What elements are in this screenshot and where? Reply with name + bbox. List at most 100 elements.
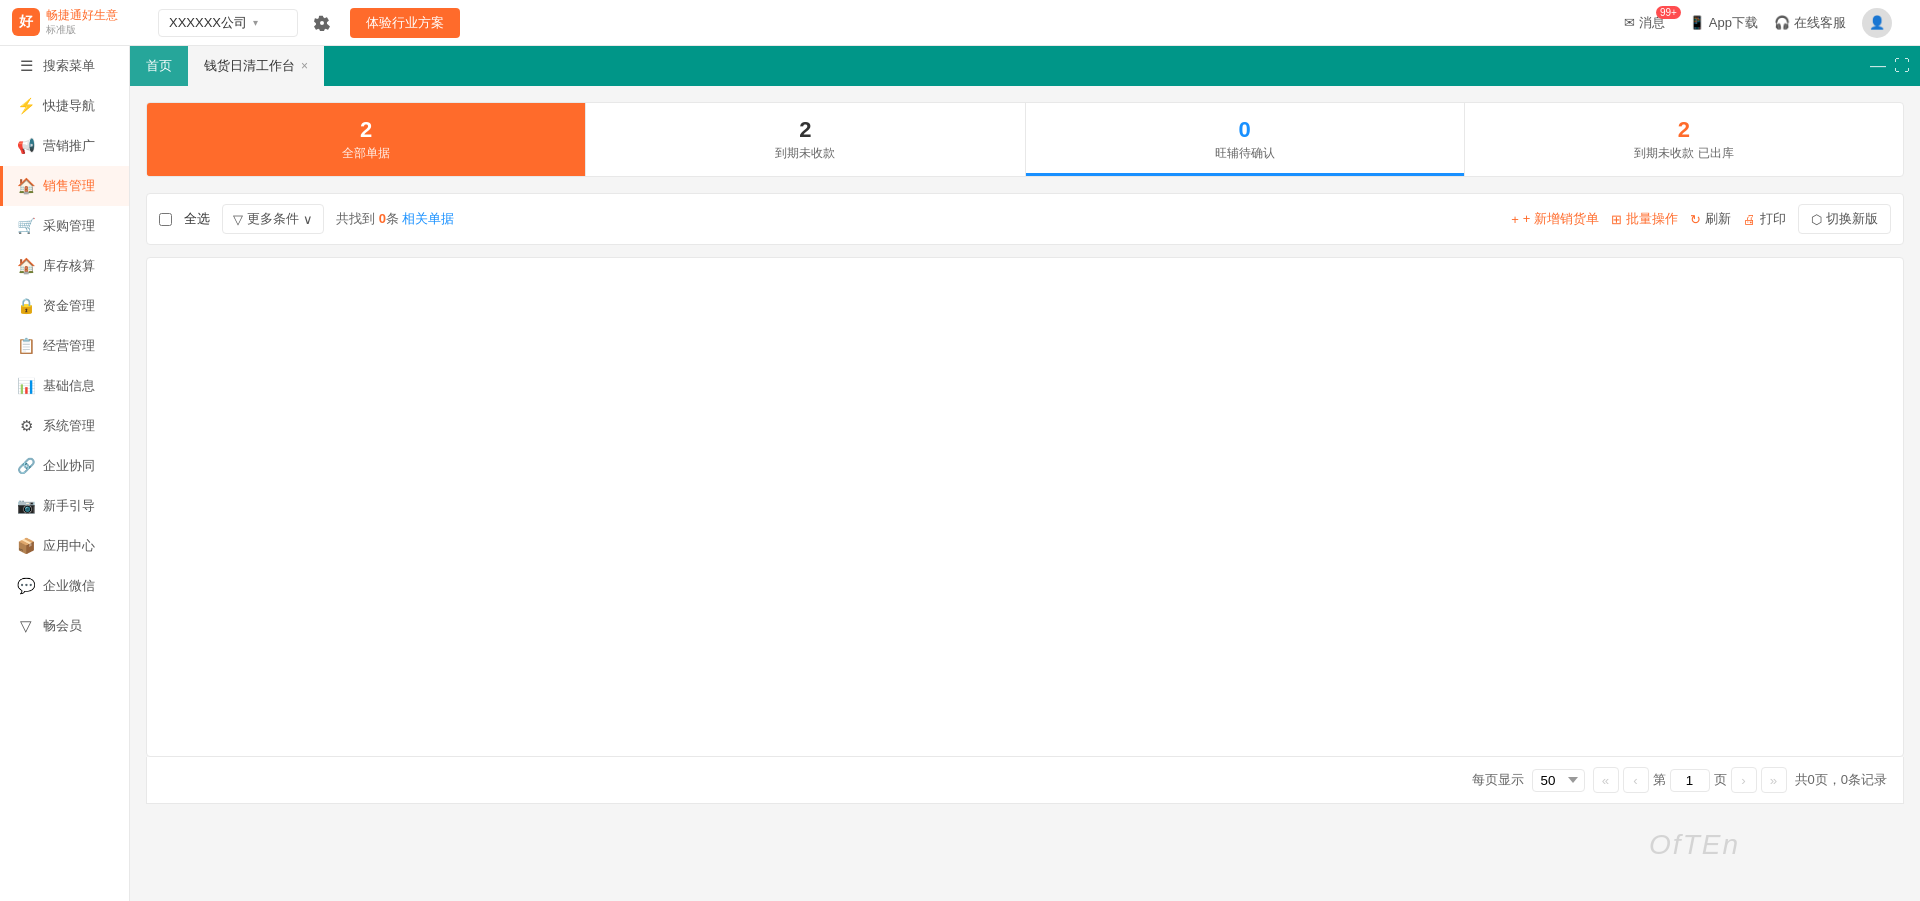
- sidebar-label-basic: 基础信息: [43, 377, 95, 395]
- pagination-bar: 每页显示 50 10 20 100 « ‹ 第 页 › » 共0页，0条记录: [146, 757, 1904, 804]
- last-page-button[interactable]: »: [1761, 767, 1787, 793]
- settings-button[interactable]: [306, 7, 338, 39]
- stat-count-overdue: 2: [606, 117, 1004, 143]
- per-page-select[interactable]: 50 10 20 100: [1532, 769, 1585, 792]
- app-download-label: App下载: [1709, 14, 1758, 32]
- tab-bar-actions: — ⛶: [1870, 46, 1920, 86]
- stat-count-wangwang: 0: [1046, 117, 1444, 143]
- page-number-input[interactable]: [1670, 769, 1710, 792]
- toolbar-right: + + 新增销货单 ⊞ 批量操作 ↻ 刷新 🖨 打印 ⬡ 切换新版: [1511, 204, 1891, 234]
- tab-maximize-icon[interactable]: ⛶: [1894, 57, 1910, 75]
- sidebar-item-system[interactable]: ⚙ 系统管理: [0, 406, 129, 446]
- stat-card-all[interactable]: 2 全部单据: [147, 103, 586, 176]
- online-service-label: 在线客服: [1794, 14, 1846, 32]
- inventory-icon: 🏠: [17, 257, 35, 275]
- stat-underline-all: [147, 173, 585, 176]
- page-suffix: 页: [1714, 771, 1727, 789]
- select-all-checkbox[interactable]: [159, 213, 172, 226]
- header-right: ✉ 消息 99+ 📱 App下载 🎧 在线客服 👤: [1616, 8, 1908, 38]
- sidebar-item-inventory[interactable]: 🏠 库存核算: [0, 246, 129, 286]
- sidebar-label-operations: 经营管理: [43, 337, 95, 355]
- stat-card-wangwang[interactable]: 0 旺辅待确认: [1026, 103, 1465, 176]
- logo-icon: 好: [12, 8, 40, 36]
- page-prefix: 第: [1653, 771, 1666, 789]
- sidebar-item-basic[interactable]: 📊 基础信息: [0, 366, 129, 406]
- member-icon: ▽: [17, 617, 35, 635]
- tab-minimize-icon[interactable]: —: [1870, 57, 1886, 75]
- switch-version-button[interactable]: ⬡ 切换新版: [1798, 204, 1891, 234]
- stat-label-all: 全部单据: [167, 145, 565, 162]
- sidebar-item-search-menu[interactable]: ☰ 搜索菜单: [0, 46, 129, 86]
- sidebar-item-sales[interactable]: 🏠 销售管理: [0, 166, 129, 206]
- online-service-button[interactable]: 🎧 在线客服: [1774, 14, 1846, 32]
- sidebar-label-guide: 新手引导: [43, 497, 95, 515]
- system-icon: ⚙: [17, 417, 35, 435]
- sidebar-label-quick-nav: 快捷导航: [43, 97, 95, 115]
- sidebar-label-search-menu: 搜索菜单: [43, 57, 95, 75]
- print-button[interactable]: 🖨 打印: [1743, 210, 1786, 228]
- first-page-button[interactable]: «: [1593, 767, 1619, 793]
- purchase-icon: 🛒: [17, 217, 35, 235]
- company-selector[interactable]: XXXXXX公司 ▾: [158, 9, 298, 37]
- tab-bar: 首页 钱货日清工作台 × — ⛶: [130, 46, 1920, 86]
- finance-icon: 🔒: [17, 297, 35, 315]
- sidebar-label-member: 畅会员: [43, 617, 82, 635]
- guide-icon: 📷: [17, 497, 35, 515]
- refresh-button[interactable]: ↻ 刷新: [1690, 210, 1731, 228]
- tab-close-icon[interactable]: ×: [301, 59, 308, 73]
- prev-page-button[interactable]: ‹: [1623, 767, 1649, 793]
- operations-icon: 📋: [17, 337, 35, 355]
- found-text: 共找到 0条 相关单据: [336, 210, 454, 228]
- message-button[interactable]: ✉ 消息 99+: [1616, 14, 1673, 32]
- sidebar-item-wechat[interactable]: 💬 企业微信: [0, 566, 129, 606]
- batch-icon: ⊞: [1611, 212, 1622, 227]
- chevron-down-icon: ▾: [253, 17, 258, 28]
- sidebar-label-finance: 资金管理: [43, 297, 95, 315]
- page-nav: « ‹ 第 页 › »: [1593, 767, 1787, 793]
- sidebar-item-guide[interactable]: 📷 新手引导: [0, 486, 129, 526]
- stat-count-all: 2: [167, 117, 565, 143]
- add-sales-order-button[interactable]: + + 新增销货单: [1511, 210, 1599, 228]
- sidebar-item-finance[interactable]: 🔒 资金管理: [0, 286, 129, 326]
- tab-work[interactable]: 钱货日清工作台 ×: [188, 46, 324, 86]
- refresh-icon: ↻: [1690, 212, 1701, 227]
- sidebar-label-inventory: 库存核算: [43, 257, 95, 275]
- sidebar-label-sales: 销售管理: [43, 177, 95, 195]
- sidebar-item-member[interactable]: ▽ 畅会员: [0, 606, 129, 646]
- avatar[interactable]: 👤: [1862, 8, 1892, 38]
- sidebar: ☰ 搜索菜单 ⚡ 快捷导航 📢 营销推广 🏠 销售管理 🛒 采购管理 🏠 库存核…: [0, 46, 130, 901]
- sidebar-item-collab[interactable]: 🔗 企业协同: [0, 446, 129, 486]
- apps-icon: 📦: [17, 537, 35, 555]
- stat-underline-wangwang: [1026, 173, 1464, 176]
- content-area: [146, 257, 1904, 757]
- sidebar-item-purchase[interactable]: 🛒 采购管理: [0, 206, 129, 246]
- filter-button[interactable]: ▽ 更多条件 ∨: [222, 204, 324, 234]
- message-icon: ✉: [1624, 15, 1635, 30]
- tab-home[interactable]: 首页: [130, 46, 188, 86]
- sidebar-item-operations[interactable]: 📋 经营管理: [0, 326, 129, 366]
- next-page-button[interactable]: ›: [1731, 767, 1757, 793]
- sidebar-label-purchase: 采购管理: [43, 217, 95, 235]
- app-version: 标准版: [46, 23, 118, 37]
- sidebar-item-marketing[interactable]: 📢 营销推广: [0, 126, 129, 166]
- sidebar-item-quick-nav[interactable]: ⚡ 快捷导航: [0, 86, 129, 126]
- stat-count-overdue-out: 2: [1485, 117, 1883, 143]
- stat-card-overdue[interactable]: 2 到期未收款: [586, 103, 1025, 176]
- app-download-button[interactable]: 📱 App下载: [1689, 14, 1758, 32]
- search-menu-icon: ☰: [17, 57, 35, 75]
- top-header: 好 畅捷通好生意 标准版 XXXXXX公司 ▾ 体验行业方案 ✉ 消息 99+ …: [0, 0, 1920, 46]
- app-name: 畅捷通好生意: [46, 8, 118, 22]
- filter-chevron-icon: ∨: [303, 212, 313, 227]
- sidebar-item-apps[interactable]: 📦 应用中心: [0, 526, 129, 566]
- page-total: 共0页，0条记录: [1795, 771, 1887, 789]
- stat-card-overdue-out[interactable]: 2 到期未收款 已出库: [1465, 103, 1903, 176]
- sidebar-label-wechat: 企业微信: [43, 577, 95, 595]
- sidebar-label-system: 系统管理: [43, 417, 95, 435]
- home-tab-label: 首页: [146, 57, 172, 75]
- batch-operation-button[interactable]: ⊞ 批量操作: [1611, 210, 1678, 228]
- experience-button[interactable]: 体验行业方案: [350, 8, 460, 38]
- print-icon: 🖨: [1743, 212, 1756, 227]
- collab-icon: 🔗: [17, 457, 35, 475]
- select-all-label: 全选: [184, 210, 210, 228]
- add-icon: +: [1511, 212, 1519, 227]
